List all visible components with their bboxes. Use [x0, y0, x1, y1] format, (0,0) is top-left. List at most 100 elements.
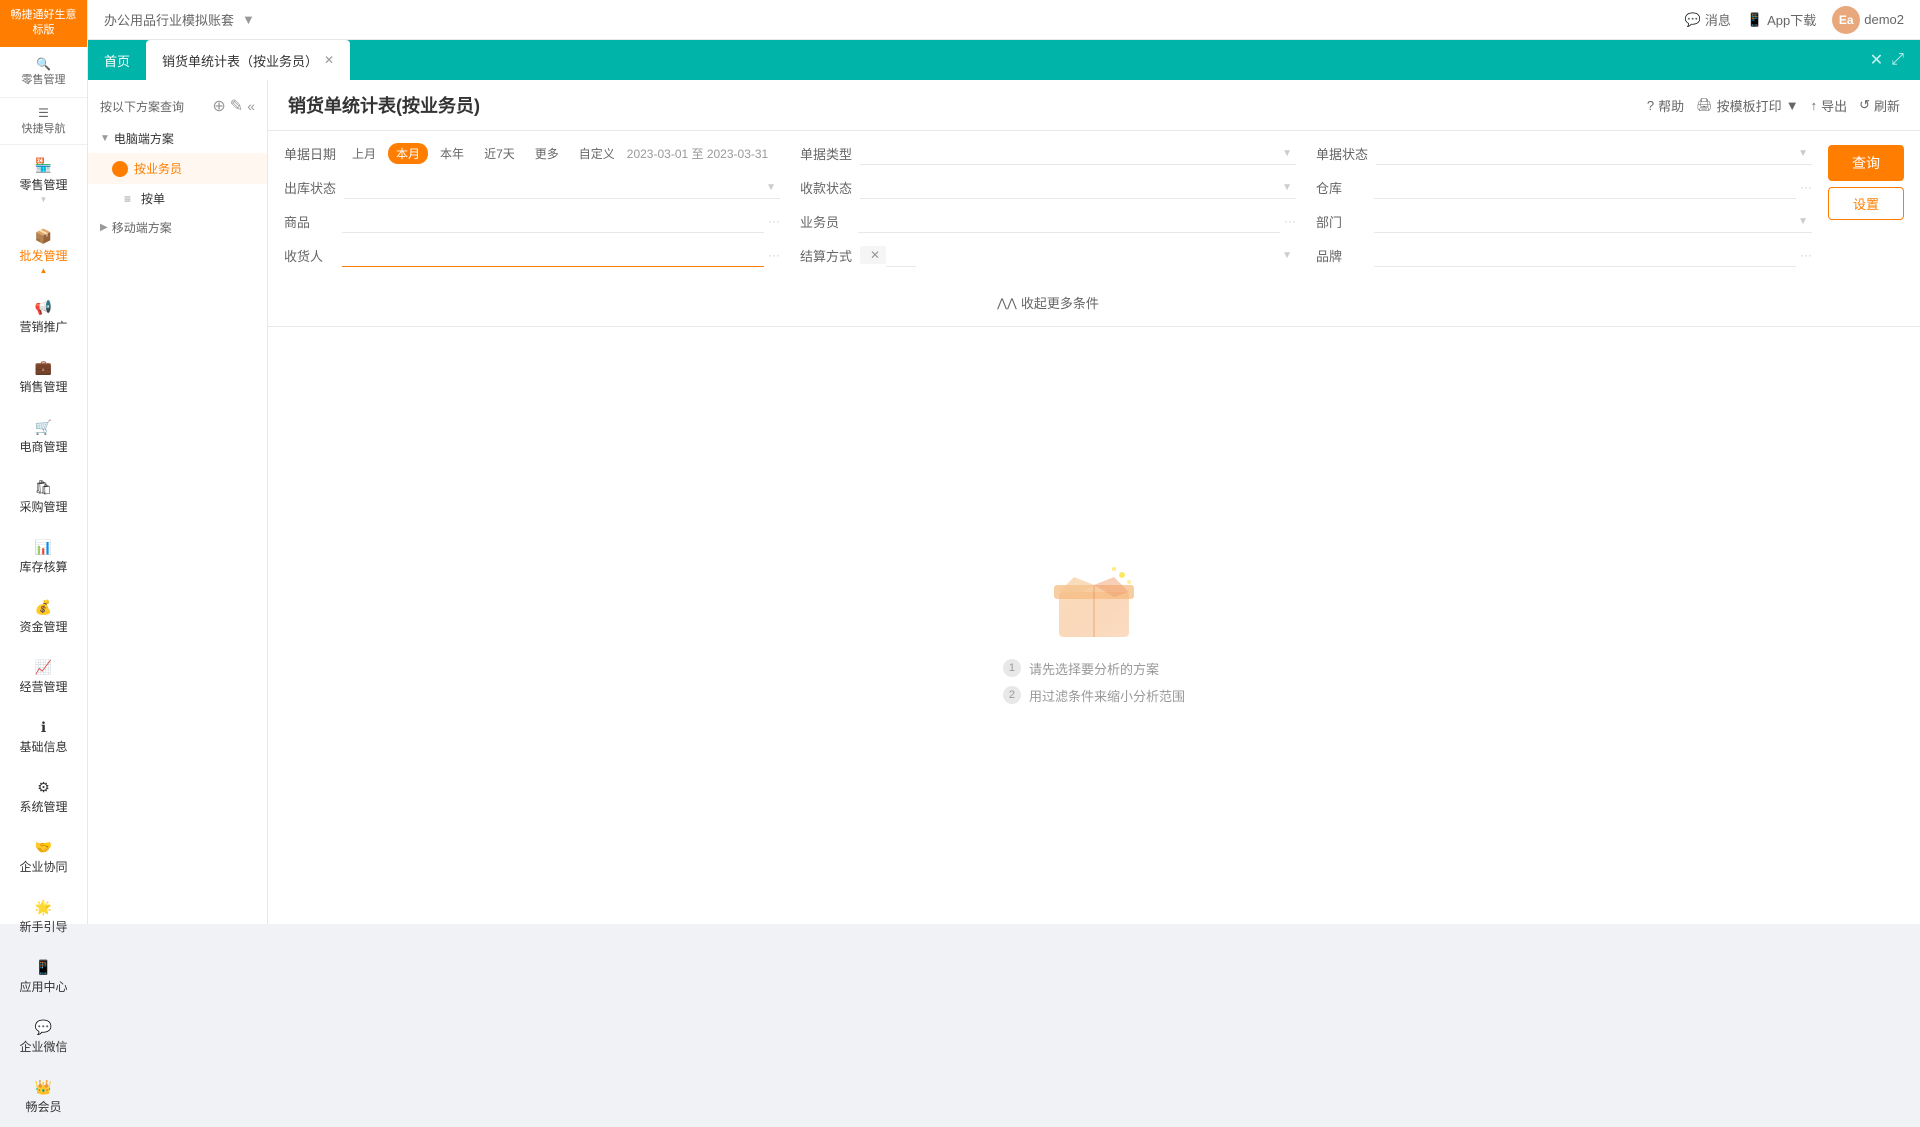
left-panel-item-by-salesman[interactable]: 按业务员: [88, 153, 267, 184]
tab-sales-stat[interactable]: 销货单统计表（按业务员） ✕: [146, 40, 350, 80]
workspace-title: 办公用品行业模拟账套: [104, 10, 234, 29]
sidebar-item-new-guide[interactable]: 🌟 新手引导: [0, 887, 87, 947]
sidebar-item-finance[interactable]: 💰 资金管理: [0, 587, 87, 647]
app-center-icon: 📱: [35, 959, 52, 976]
workspace-dropdown-icon[interactable]: ▼: [242, 12, 255, 27]
edit-scheme-icon[interactable]: ✎: [230, 96, 243, 116]
settlement-chevron: ▼: [1282, 250, 1292, 261]
app-download-btn[interactable]: 📱 App下载: [1747, 10, 1816, 29]
left-panel-item-by-order[interactable]: ≡ 按单: [88, 184, 267, 213]
settings-btn[interactable]: 设置: [1828, 187, 1904, 220]
sidebar-item-sys-manage[interactable]: ⚙ 系统管理: [0, 767, 87, 827]
sidebar-item-ops[interactable]: 📈 经营管理: [0, 647, 87, 707]
tab-bar-right: ✕ ⤢: [1870, 50, 1920, 70]
settlement-select-wrapper: ✕ ▼: [860, 243, 1296, 267]
settlement-clear-icon[interactable]: ✕: [870, 248, 880, 262]
query-btn[interactable]: 查询: [1828, 145, 1904, 181]
doc-status-label: 单据状态: [1316, 144, 1368, 163]
sidebar-item-zero-retail[interactable]: 🏪 零售管理 ▼: [0, 145, 87, 216]
date-btn-last-month[interactable]: 上月: [344, 143, 384, 164]
refresh-btn[interactable]: ↺ 刷新: [1859, 96, 1900, 115]
collapse-panel-icon[interactable]: «: [247, 98, 255, 114]
receipt-status-select-wrapper: ▼: [860, 175, 1296, 199]
new-guide-label: 新手引导: [19, 918, 67, 935]
export-btn[interactable]: ↑ 导出: [1811, 96, 1848, 115]
date-btn-7days[interactable]: 近7天: [476, 143, 523, 164]
date-btn-this-year[interactable]: 本年: [432, 143, 472, 164]
refresh-icon: ↺: [1859, 97, 1870, 113]
mobile-section[interactable]: ▶ 移动端方案: [88, 213, 267, 242]
add-scheme-icon[interactable]: ⊕: [212, 96, 225, 116]
corp-collab-icon: 🤝: [35, 839, 52, 856]
sidebar-item-batch-manage[interactable]: 📦 批发管理 ▲: [0, 216, 87, 287]
inventory-icon: 📊: [35, 539, 52, 556]
brand-dots[interactable]: ···: [1800, 248, 1812, 262]
sidebar-item-ecom[interactable]: 🛒 电商管理: [0, 407, 87, 467]
filter-date: 单据日期 上月 本月 本年 近7天 更多 自定义 2023-03-01 至 20…: [284, 143, 780, 164]
tab-close-icon[interactable]: ✕: [324, 53, 334, 67]
receiver-input[interactable]: [342, 243, 764, 267]
pc-section-arrow: ▼: [100, 133, 110, 144]
tab-expand-icon[interactable]: ⤢: [1891, 51, 1904, 69]
tab-home[interactable]: 首页: [88, 40, 146, 80]
pc-section-header[interactable]: ▼ 电脑端方案: [88, 124, 267, 153]
print-btn[interactable]: 🖨 按模板打印 ▼: [1696, 96, 1798, 115]
message-btn[interactable]: 💬 消息: [1685, 10, 1731, 29]
filter-dept: 部门 ▼: [1316, 209, 1812, 233]
top-header: 办公用品行业模拟账套 ▼ 💬 消息 📱 App下载 Ea demo2: [88, 0, 1920, 40]
user-profile[interactable]: Ea demo2: [1832, 6, 1904, 34]
sidebar-logo[interactable]: 畅捷通好生意 标版: [0, 0, 87, 47]
mobile-section-arrow: ▶: [100, 222, 108, 233]
sidebar-item-marketing[interactable]: 📢 营销推广: [0, 287, 87, 347]
receipt-status-select[interactable]: [860, 175, 1296, 199]
sidebar-item-basic-info[interactable]: ℹ 基础信息: [0, 707, 87, 767]
receiver-dots[interactable]: ···: [768, 248, 780, 262]
app-download-icon: 📱: [1747, 12, 1763, 28]
settlement-select[interactable]: [886, 243, 916, 267]
out-status-select[interactable]: [344, 175, 780, 199]
sidebar-item-purchase[interactable]: 🛍 采购管理: [0, 467, 87, 527]
product-input[interactable]: [342, 209, 764, 233]
warehouse-dots[interactable]: ···: [1800, 180, 1812, 194]
sidebar-item-inventory[interactable]: 📊 库存核算: [0, 527, 87, 587]
sidebar-item-member[interactable]: 👑 畅会员: [0, 1067, 87, 1127]
collapse-icon: ⋀⋀: [997, 296, 1017, 310]
zero-retail-icon: 🏪: [35, 157, 52, 174]
empty-state-tip-2: 2 用过滤条件来缩小分析范围: [1003, 686, 1185, 705]
doc-status-select[interactable]: [1376, 141, 1812, 165]
sidebar-search-menu[interactable]: 🔍 零售管理: [0, 47, 87, 98]
doc-type-select[interactable]: [860, 141, 1296, 165]
warehouse-input[interactable]: [1374, 175, 1796, 199]
sidebar-item-corp-wechat[interactable]: 💬 企业微信: [0, 1007, 87, 1067]
member-label: 畅会员: [25, 1098, 61, 1115]
sidebar-item-corp-collab[interactable]: 🤝 企业协同: [0, 827, 87, 887]
receipt-status-label: 收款状态: [800, 178, 852, 197]
dept-select-wrapper: ▼: [1374, 209, 1812, 233]
top-header-right: 💬 消息 📱 App下载 Ea demo2: [1685, 6, 1904, 34]
salesman-dots[interactable]: ···: [1284, 214, 1296, 228]
filter-product: 商品 ···: [284, 209, 780, 233]
sales-manage-label: 销售管理: [19, 378, 67, 395]
dept-select[interactable]: [1374, 209, 1812, 233]
inventory-label: 库存核算: [19, 558, 67, 575]
help-btn[interactable]: ? 帮助: [1647, 96, 1684, 115]
left-panel: 按以下方案查询 ⊕ ✎ « ▼ 电脑端方案 按业务员 ≡: [88, 80, 268, 924]
date-range-display: 2023-03-01 至 2023-03-31: [627, 145, 768, 162]
sidebar-item-app-center[interactable]: 📱 应用中心: [0, 947, 87, 1007]
sidebar: 畅捷通好生意 标版 🔍 零售管理 ☰ 快捷导航 🏪 零售管理 ▼ 📦 批发管理 …: [0, 0, 88, 924]
right-panel: 销货单统计表(按业务员) ? 帮助 🖨 按模板打印 ▼ ↑ 导出: [268, 80, 1920, 924]
salesman-input[interactable]: [858, 209, 1280, 233]
product-dots[interactable]: ···: [768, 214, 780, 228]
brand-input[interactable]: [1374, 243, 1796, 267]
nav-icon: ☰: [4, 106, 83, 120]
tab-close-all-icon[interactable]: ✕: [1870, 50, 1883, 70]
print-dropdown-icon[interactable]: ▼: [1786, 98, 1799, 113]
new-guide-icon: 🌟: [35, 899, 52, 916]
sidebar-item-sales-manage[interactable]: 💼 销售管理: [0, 347, 87, 407]
date-btn-this-month[interactable]: 本月: [388, 143, 428, 164]
salesman-label: 业务员: [800, 212, 850, 231]
date-btn-more[interactable]: 更多: [527, 143, 567, 164]
date-btn-custom[interactable]: 自定义: [571, 143, 623, 164]
collapse-btn[interactable]: ⋀⋀ 收起更多条件: [981, 289, 1115, 316]
quick-nav[interactable]: ☰ 快捷导航: [0, 98, 87, 145]
